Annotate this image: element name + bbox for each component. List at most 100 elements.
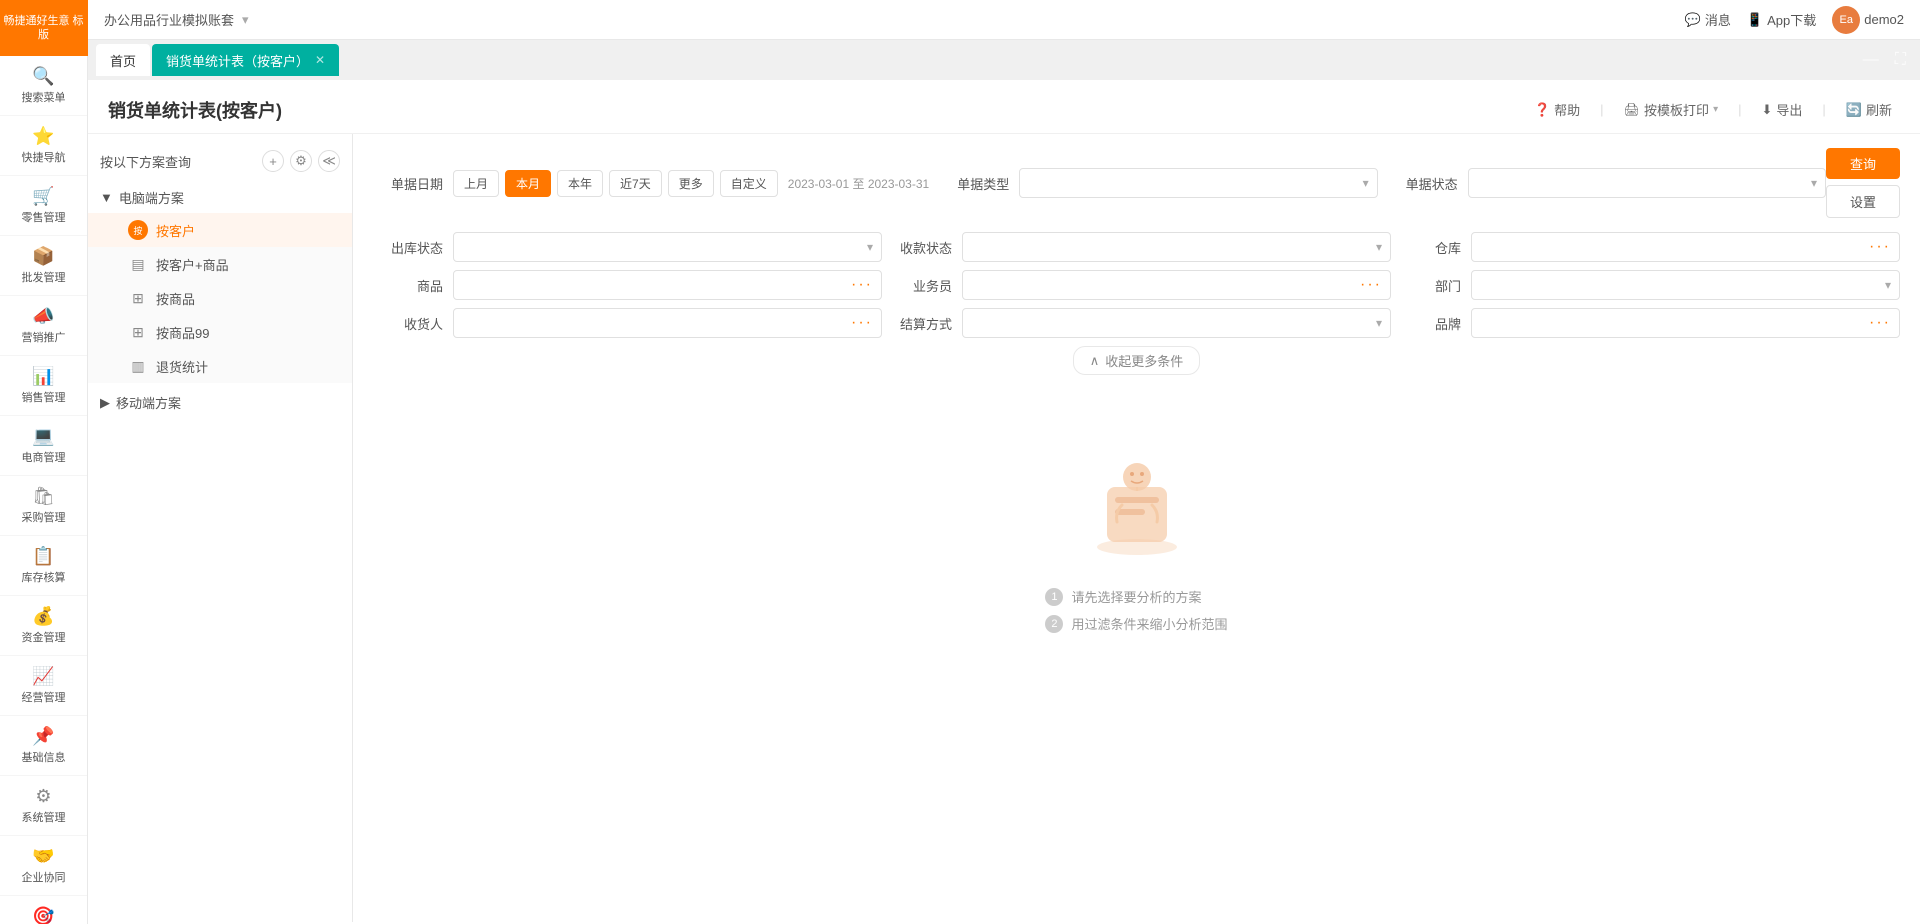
panel-collapse-btn[interactable]: ≪: [318, 150, 340, 172]
doc-type-input[interactable]: ▾: [1019, 168, 1377, 198]
date-btn-this-month[interactable]: 本月: [505, 170, 551, 197]
industry-dropdown-icon[interactable]: ▾: [242, 12, 249, 28]
page-actions: ❓ 帮助 | 🖨 按模板打印 ▾ | ⬇ 导出 | 🔄 刷新: [1526, 96, 1900, 123]
sidebar-item-system[interactable]: ⚙ 系统管理: [0, 776, 87, 836]
outstatus-input[interactable]: ▾: [453, 232, 882, 262]
tree-item-by-customer[interactable]: 按 按客户: [88, 213, 352, 247]
sidebar-item-retail[interactable]: 🛒 零售管理: [0, 176, 87, 236]
tree-section-mobile-header[interactable]: ▶ 移动端方案: [88, 387, 352, 418]
brand-dots: ···: [1869, 314, 1891, 332]
message-btn[interactable]: 💬 消息: [1685, 10, 1731, 29]
date-btn-last-month[interactable]: 上月: [453, 170, 499, 197]
receiptstatus-input[interactable]: ▾: [962, 232, 1391, 262]
tab-maximize-btn[interactable]: ⛶: [1889, 49, 1912, 71]
brand-label: 品牌: [1391, 314, 1471, 333]
topbar-right: 💬 消息 📱 App下载 Ea demo2: [1685, 6, 1904, 34]
template-print-btn[interactable]: 🖨 按模板打印 ▾: [1616, 96, 1727, 123]
tab-home-label: 首页: [110, 51, 136, 70]
recipient-input[interactable]: ···: [453, 308, 882, 338]
star-icon: ⭐: [32, 126, 54, 147]
page-title: 销货单统计表(按客户): [108, 97, 282, 123]
collapse-icon: ∧: [1090, 353, 1100, 369]
filter-cell-payment: 结算方式 ▾: [882, 308, 1391, 338]
filter-cell-recipient: 收货人 ···: [373, 308, 882, 338]
page-header: 销货单统计表(按客户) ❓ 帮助 | 🖨 按模板打印 ▾ | ⬇ 导出 |: [88, 80, 1920, 134]
tree-item-by-goods-label: 按商品: [156, 289, 195, 308]
salesperson-label: 业务员: [882, 276, 962, 295]
tree-item-return-stat-label: 退货统计: [156, 357, 208, 376]
export-btn[interactable]: ⬇ 导出: [1753, 96, 1810, 123]
help-btn[interactable]: ❓ 帮助: [1526, 96, 1588, 123]
sidebar-item-inventory[interactable]: 📋 库存核算: [0, 536, 87, 596]
tree-item-by-customer-label: 按客户: [156, 221, 195, 240]
tree-section-pc-header[interactable]: ▼ 电脑端方案: [88, 182, 352, 213]
sidebar-item-enterprise[interactable]: 🤝 企业协同: [0, 836, 87, 896]
sidebar-item-search[interactable]: 🔍 搜索菜单: [0, 56, 87, 116]
sidebar-item-sales[interactable]: 📊 销售管理: [0, 356, 87, 416]
salesperson-input[interactable]: ···: [962, 270, 1391, 300]
inventory-icon: 📋: [32, 546, 54, 567]
sidebar-item-purchase[interactable]: 🛍 采购管理: [0, 476, 87, 536]
search-icon: 🔍: [32, 66, 54, 87]
tab-bar-right: — ⛶: [1857, 49, 1912, 71]
sidebar-item-quicknav[interactable]: ⭐ 快捷导航: [0, 116, 87, 176]
date-btn-this-year[interactable]: 本年: [557, 170, 603, 197]
sidebar-item-basicinfo[interactable]: 📌 基础信息: [0, 716, 87, 776]
chart-icon-1: ▤: [128, 254, 148, 274]
outstatus-label: 出库状态: [373, 238, 453, 257]
add-icon: +: [269, 154, 277, 169]
tip-text-1: 请先选择要分析的方案: [1071, 587, 1201, 606]
query-button[interactable]: 查询: [1826, 148, 1900, 179]
brand-input[interactable]: ···: [1471, 308, 1900, 338]
help-label: 帮助: [1554, 100, 1580, 119]
panel-add-btn[interactable]: +: [262, 150, 284, 172]
settings-button[interactable]: 设置: [1826, 185, 1900, 218]
print-icon: 🖨: [1624, 102, 1641, 118]
sidebar-item-marketing[interactable]: 📣 营销推广: [0, 296, 87, 356]
avatar: Ea: [1832, 6, 1860, 34]
message-label: 消息: [1705, 10, 1731, 29]
empty-tips: 1 请先选择要分析的方案 2 用过滤条件来缩小分析范围: [1045, 587, 1227, 633]
refresh-btn[interactable]: 🔄 刷新: [1838, 96, 1900, 123]
filter-cell-brand: 品牌 ···: [1391, 308, 1900, 338]
date-btn-custom[interactable]: 自定义: [720, 170, 778, 197]
marketing-icon: 📣: [32, 306, 54, 327]
sep3: |: [1822, 102, 1825, 117]
collapse-icon: ≪: [322, 153, 336, 169]
date-btn-more[interactable]: 更多: [668, 170, 714, 197]
sidebar-item-wholesale[interactable]: 📦 批发管理: [0, 236, 87, 296]
tab-sales-stat[interactable]: 销货单统计表（按客户） ✕: [152, 44, 339, 76]
tab-close-icon[interactable]: ✕: [315, 53, 325, 67]
tree-item-by-goods99[interactable]: ⊞ 按商品99: [88, 315, 352, 349]
warehouse-input[interactable]: ···: [1471, 232, 1900, 262]
sidebar-label-finance: 资金管理: [22, 629, 66, 645]
tip-num-1: 1: [1045, 588, 1063, 606]
export-icon: ⬇: [1761, 102, 1772, 118]
app-download-btn[interactable]: 📱 App下载: [1747, 10, 1816, 29]
collapse-more-btn[interactable]: ∧ 收起更多条件: [1073, 346, 1201, 375]
logo-text: 畅捷通好生意 标版: [0, 14, 88, 43]
date-btn-last7[interactable]: 近7天: [609, 170, 662, 197]
user-info[interactable]: Ea demo2: [1832, 6, 1904, 34]
payment-input[interactable]: ▾: [962, 308, 1391, 338]
tree-item-by-goods[interactable]: ⊞ 按商品: [88, 281, 352, 315]
tab-home[interactable]: 首页: [96, 44, 150, 76]
goods-input[interactable]: ···: [453, 270, 882, 300]
tree-section-mobile-arrow: ▶: [100, 395, 110, 411]
filter-cell-outstatus: 出库状态 ▾: [373, 232, 882, 262]
filter-cell-goods: 商品 ···: [373, 270, 882, 300]
settings-icon: ⚙: [295, 153, 307, 169]
tree-item-return-stat[interactable]: ▥ 退货统计: [88, 349, 352, 383]
sidebar-item-finance[interactable]: 💰 资金管理: [0, 596, 87, 656]
department-input[interactable]: ▾: [1471, 270, 1900, 300]
tab-minimize-btn[interactable]: —: [1857, 49, 1885, 71]
sidebar-item-operations[interactable]: 📈 经营管理: [0, 656, 87, 716]
sidebar-label-retail: 零售管理: [22, 209, 66, 225]
customer-circle-icon: 按: [128, 220, 148, 240]
collapse-bar: ∧ 收起更多条件: [373, 346, 1900, 375]
tree-item-by-customer-goods[interactable]: ▤ 按客户+商品: [88, 247, 352, 281]
doc-status-input[interactable]: ▾: [1468, 168, 1826, 198]
sidebar-item-ecommerce[interactable]: 💻 电商管理: [0, 416, 87, 476]
panel-settings-btn[interactable]: ⚙: [290, 150, 312, 172]
sidebar-item-newuser[interactable]: 🎯 新手引导: [0, 896, 87, 924]
